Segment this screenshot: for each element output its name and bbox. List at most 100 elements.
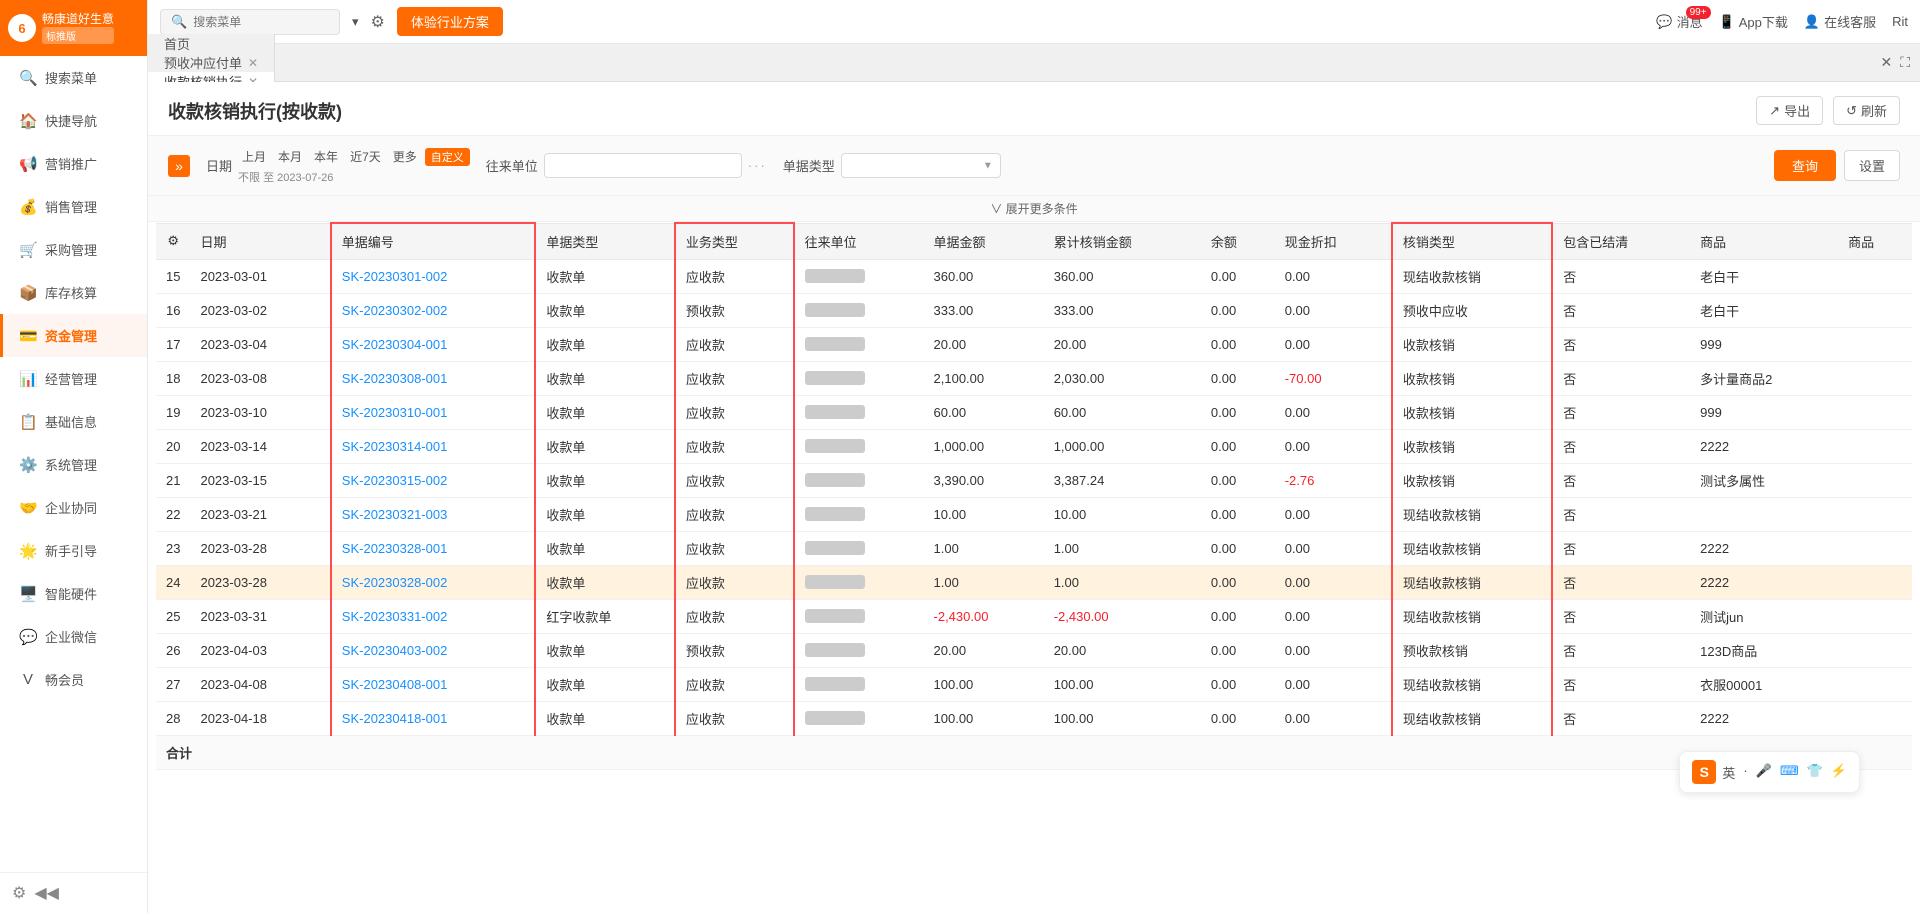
cell-biztype: 应收款 bbox=[675, 600, 794, 634]
sidebar-item-1[interactable]: 🏠快捷导航 bbox=[0, 99, 147, 142]
topbar-app-download[interactable]: 📱 App下载 bbox=[1719, 12, 1788, 31]
filter-query-btn[interactable]: 查询 bbox=[1774, 150, 1836, 181]
tab-close-1[interactable]: ✕ bbox=[248, 56, 258, 70]
filter-date-more[interactable]: 更多 bbox=[389, 146, 421, 167]
doc-link[interactable]: SK-20230302-002 bbox=[342, 303, 448, 318]
topbar-gear-icon[interactable]: ⚙ bbox=[371, 12, 385, 32]
sidebar-item-10[interactable]: 🤝企业协同 bbox=[0, 486, 147, 529]
sidebar-item-icon-6: 💳 bbox=[19, 327, 37, 345]
watermark-icon-6[interactable]: ⚡ bbox=[1831, 763, 1847, 782]
filter-date-7days[interactable]: 近7天 bbox=[346, 146, 385, 167]
filter-date-this-month[interactable]: 本月 bbox=[274, 146, 306, 167]
cell-cashdiscount: 0.00 bbox=[1275, 260, 1392, 294]
cell-amount: 20.00 bbox=[924, 634, 1044, 668]
cell-writeoff: 20.00 bbox=[1044, 328, 1201, 362]
watermark-icon-5[interactable]: 👕 bbox=[1807, 763, 1823, 782]
col-header-gear[interactable]: ⚙ bbox=[156, 223, 190, 260]
doc-link[interactable]: SK-20230403-002 bbox=[342, 643, 448, 658]
sidebar-item-12[interactable]: 🖥️智能硬件 bbox=[0, 572, 147, 615]
cell-balance: 0.00 bbox=[1201, 566, 1275, 600]
sidebar-item-4[interactable]: 🛒采购管理 bbox=[0, 228, 147, 271]
industry-btn[interactable]: 体验行业方案 bbox=[397, 7, 503, 36]
export-btn[interactable]: ↗ 导出 bbox=[1756, 96, 1823, 125]
topbar: 🔍 ▾ ⚙ 体验行业方案 💬 消息 99+ 📱 App下载 👤 在线客服 Rit bbox=[148, 0, 1920, 44]
doc-link[interactable]: SK-20230301-002 bbox=[342, 269, 448, 284]
topbar-customer-service[interactable]: 👤 在线客服 bbox=[1804, 12, 1876, 31]
cell-canceltype: 现结收款核销 bbox=[1392, 668, 1552, 702]
cell-doctype: 收款单 bbox=[535, 464, 675, 498]
filter-doctype-select[interactable] bbox=[841, 153, 1001, 178]
doc-link[interactable]: SK-20230308-001 bbox=[342, 371, 448, 386]
expand-tabs-icon[interactable]: ⛶ bbox=[1900, 54, 1910, 71]
tab-1[interactable]: 预收冲应付单✕ bbox=[148, 53, 275, 72]
collapse-icon[interactable]: ◀◀ bbox=[34, 883, 59, 903]
page-header: 收款核销执行(按收款) ↗ 导出 ↺ 刷新 bbox=[148, 82, 1920, 136]
cell-amount: 100.00 bbox=[924, 668, 1044, 702]
cell-balance: 0.00 bbox=[1201, 634, 1275, 668]
doc-link[interactable]: SK-20230321-003 bbox=[342, 507, 448, 522]
filter-date-this-year[interactable]: 本年 bbox=[310, 146, 342, 167]
filter-expand-btn[interactable]: » bbox=[168, 155, 190, 177]
sidebar-item-label-10: 企业协同 bbox=[45, 498, 97, 517]
filter-settings-btn[interactable]: 设置 bbox=[1844, 150, 1900, 181]
doc-link[interactable]: SK-20230314-001 bbox=[342, 439, 448, 454]
tab-0[interactable]: 首页 bbox=[148, 34, 275, 53]
sidebar-item-0[interactable]: 🔍搜索菜单 bbox=[0, 56, 147, 99]
cell-amount: 100.00 bbox=[924, 702, 1044, 736]
page-title: 收款核销执行(按收款) bbox=[168, 98, 342, 124]
doc-link[interactable]: SK-20230408-001 bbox=[342, 677, 448, 692]
filter-date-custom[interactable]: 自定义 bbox=[425, 148, 470, 166]
topbar-messages[interactable]: 💬 消息 99+ bbox=[1656, 12, 1702, 31]
message-badge: 99+ bbox=[1686, 6, 1711, 19]
cell-date: 2023-03-02 bbox=[190, 294, 330, 328]
doc-link[interactable]: SK-20230328-002 bbox=[342, 575, 448, 590]
export-icon: ↗ bbox=[1769, 103, 1780, 119]
table-row: 23 2023-03-28 SK-20230328-001 收款单 应收款 1.… bbox=[156, 532, 1912, 566]
sidebar-item-7[interactable]: 📊经营管理 bbox=[0, 357, 147, 400]
sidebar-item-14[interactable]: V畅会员 bbox=[0, 658, 147, 701]
cell-writeoff: 1.00 bbox=[1044, 532, 1201, 566]
sidebar-item-11[interactable]: 🌟新手引导 bbox=[0, 529, 147, 572]
doc-link[interactable]: SK-20230310-001 bbox=[342, 405, 448, 420]
refresh-btn[interactable]: ↺ 刷新 bbox=[1833, 96, 1900, 125]
cell-settled: 否 bbox=[1552, 634, 1690, 668]
sidebar-item-2[interactable]: 📢营销推广 bbox=[0, 142, 147, 185]
doc-link[interactable]: SK-20230418-001 bbox=[342, 711, 448, 726]
sidebar-item-icon-11: 🌟 bbox=[19, 542, 37, 560]
filter-partner-input[interactable] bbox=[544, 153, 742, 178]
sidebar-item-9[interactable]: ⚙️系统管理 bbox=[0, 443, 147, 486]
doc-link[interactable]: SK-20230315-002 bbox=[342, 473, 448, 488]
doc-link[interactable]: SK-20230331-002 bbox=[342, 609, 448, 624]
cell-partner bbox=[794, 566, 924, 600]
cell-writeoff: 3,387.24 bbox=[1044, 464, 1201, 498]
filter-partner-dots[interactable]: ··· bbox=[748, 158, 767, 173]
cell-doctype: 收款单 bbox=[535, 430, 675, 464]
sidebar-item-label-7: 经营管理 bbox=[45, 369, 97, 388]
watermark-icon-3[interactable]: 🎤 bbox=[1756, 763, 1772, 782]
cell-amount: 1,000.00 bbox=[924, 430, 1044, 464]
watermark-icon-4[interactable]: ⌨ bbox=[1780, 763, 1799, 782]
topbar-dropdown[interactable]: ▾ bbox=[352, 14, 359, 30]
topbar-user[interactable]: Rit bbox=[1892, 14, 1908, 29]
sidebar-item-13[interactable]: 💬企业微信 bbox=[0, 615, 147, 658]
doc-link[interactable]: SK-20230328-001 bbox=[342, 541, 448, 556]
watermark-icon-1[interactable]: 英 bbox=[1722, 763, 1735, 782]
cell-doctype: 收款单 bbox=[535, 702, 675, 736]
cell-doctype: 收款单 bbox=[535, 668, 675, 702]
sidebar-item-6[interactable]: 💳资金管理 bbox=[0, 314, 147, 357]
sidebar-item-5[interactable]: 📦库存核算 bbox=[0, 271, 147, 314]
watermark-icon-2[interactable]: · bbox=[1743, 763, 1747, 782]
sidebar: 6 畅康道好生意 标推版 🔍搜索菜单🏠快捷导航📢营销推广💰销售管理🛒采购管理📦库… bbox=[0, 0, 148, 913]
sidebar-item-3[interactable]: 💰销售管理 bbox=[0, 185, 147, 228]
settings-icon[interactable]: ⚙ bbox=[12, 883, 26, 903]
close-tab-icon[interactable]: ✕ bbox=[1880, 54, 1892, 71]
expand-more-row[interactable]: ∨ 展开更多条件 bbox=[148, 196, 1920, 222]
col-header-writeoff: 累计核销金额 bbox=[1044, 223, 1201, 260]
tab-bar: 首页预收冲应付单✕收款核销执行✕ ✕ ⛶ bbox=[148, 44, 1920, 82]
doc-link[interactable]: SK-20230304-001 bbox=[342, 337, 448, 352]
search-input[interactable] bbox=[193, 15, 313, 29]
filter-date-last-month[interactable]: 上月 bbox=[238, 146, 270, 167]
table-row: 22 2023-03-21 SK-20230321-003 收款单 应收款 10… bbox=[156, 498, 1912, 532]
topbar-search[interactable]: 🔍 bbox=[160, 9, 340, 35]
sidebar-item-8[interactable]: 📋基础信息 bbox=[0, 400, 147, 443]
